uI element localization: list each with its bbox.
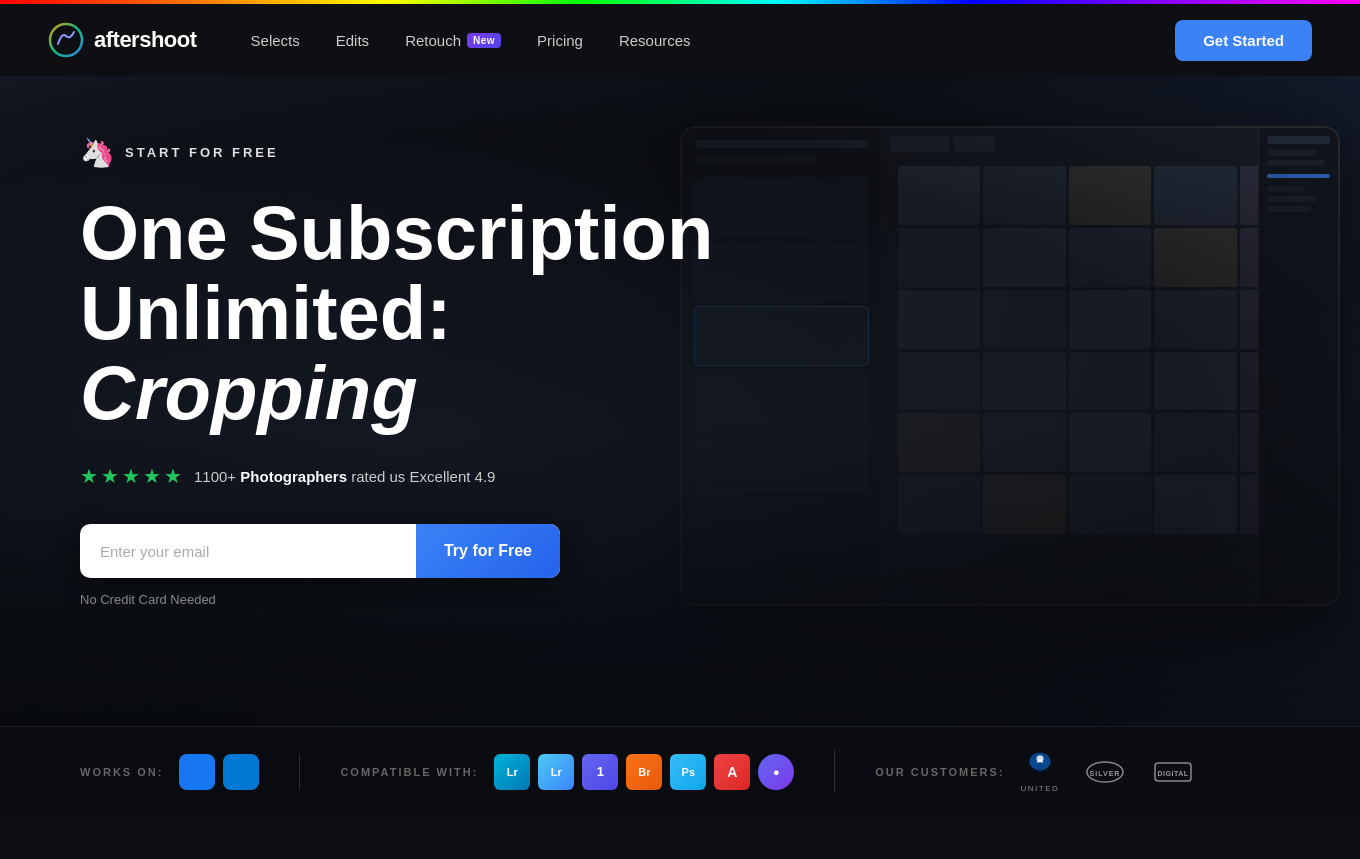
hero-visual: [660, 106, 1360, 746]
try-for-free-button[interactable]: Try for Free: [416, 524, 560, 578]
rating-text: 1100+ Photographers rated us Excellent 4…: [194, 468, 495, 485]
customer-logos: UNITED SILVER DIGITAL: [1021, 750, 1196, 793]
compatible-label: COMPATIBLE WITH:: [340, 766, 478, 778]
new-badge: New: [467, 33, 501, 48]
star-5: ★: [164, 464, 182, 488]
svg-rect-2: [242, 764, 250, 772]
no-credit-text: No Credit Card Needed: [80, 592, 740, 607]
photoshop-icon: Ps: [670, 754, 706, 790]
star-1: ★: [80, 464, 98, 488]
works-on-icons: [179, 754, 259, 790]
svg-point-0: [50, 24, 82, 56]
svg-text:DIGITAL: DIGITAL: [1158, 770, 1189, 777]
email-input[interactable]: [80, 525, 416, 578]
lightroom-cc-icon: Lr: [538, 754, 574, 790]
email-form[interactable]: Try for Free: [80, 524, 560, 578]
united-text: UNITED: [1021, 784, 1060, 793]
customers-section: OUR CUSTOMERS: UNITED SILVER: [834, 750, 1235, 793]
svg-rect-3: [233, 772, 241, 780]
united-logo: UNITED: [1021, 750, 1060, 793]
star-2: ★: [101, 464, 119, 488]
svg-rect-1: [233, 764, 241, 772]
rating-row: ★ ★ ★ ★ ★ 1100+ Photographers rated us E…: [80, 464, 740, 488]
a-icon: A: [714, 754, 750, 790]
svg-text:SILVER: SILVER: [1090, 770, 1121, 777]
digital-logo: DIGITAL: [1151, 755, 1195, 789]
silver-logo-icon: SILVER: [1083, 755, 1127, 789]
start-badge: 🦄 START FOR FREE: [80, 136, 740, 169]
get-started-button[interactable]: Get Started: [1175, 20, 1312, 61]
hero-title-line1: One Subscription: [80, 190, 713, 275]
star-3: ★: [122, 464, 140, 488]
computer-screen: [680, 126, 1340, 606]
logo-wordmark: aftershoot: [94, 27, 197, 53]
digital-logo-icon: DIGITAL: [1151, 755, 1195, 789]
photographers-label: Photographers: [240, 468, 347, 485]
navbar: aftershoot Selects Edits Retouch New Pri…: [0, 4, 1360, 76]
nav-retouch[interactable]: Retouch New: [391, 26, 515, 55]
nav-pricing[interactable]: Pricing: [523, 26, 597, 55]
bottom-bar: WORKS ON: COMPATIBLE WITH: L: [0, 726, 1360, 816]
star-rating: ★ ★ ★ ★ ★: [80, 464, 182, 488]
compatible-section: COMPATIBLE WITH: Lr Lr 1 Br Ps A ●: [299, 754, 834, 790]
silver-logo: SILVER: [1083, 755, 1127, 789]
one-icon: 1: [582, 754, 618, 790]
compatible-icons: Lr Lr 1 Br Ps A ●: [494, 754, 794, 790]
nav-links: Selects Edits Retouch New Pricing Resour…: [237, 26, 705, 55]
photo-grid: [890, 158, 1330, 542]
windows-icon: [223, 754, 259, 790]
start-for-free-text: START FOR FREE: [125, 145, 279, 160]
hero-title-line2-normal: Unlimited:: [80, 270, 452, 355]
nav-resources[interactable]: Resources: [605, 26, 705, 55]
hero-section: 🦄 START FOR FREE One Subscription Unlimi…: [0, 76, 1360, 816]
hero-title-italic: Cropping: [80, 350, 418, 435]
extra-icon: ●: [758, 754, 794, 790]
hero-title: One Subscription Unlimited: Cropping: [80, 193, 740, 432]
nav-edits[interactable]: Edits: [322, 26, 383, 55]
works-on-section: WORKS ON:: [80, 754, 299, 790]
nav-selects[interactable]: Selects: [237, 26, 314, 55]
star-4: ★: [143, 464, 161, 488]
customers-label: OUR CUSTOMERS:: [875, 766, 1004, 778]
bridge-icon: Br: [626, 754, 662, 790]
united-eagle-icon: [1022, 750, 1058, 782]
works-on-label: WORKS ON:: [80, 766, 163, 778]
svg-rect-4: [242, 772, 250, 780]
logo-icon: [48, 22, 84, 58]
lightroom-classic-icon: Lr: [494, 754, 530, 790]
facebook-icon: [179, 754, 215, 790]
hero-content: 🦄 START FOR FREE One Subscription Unlimi…: [80, 136, 740, 607]
unicorn-emoji: 🦄: [80, 136, 115, 169]
logo[interactable]: aftershoot: [48, 22, 197, 58]
